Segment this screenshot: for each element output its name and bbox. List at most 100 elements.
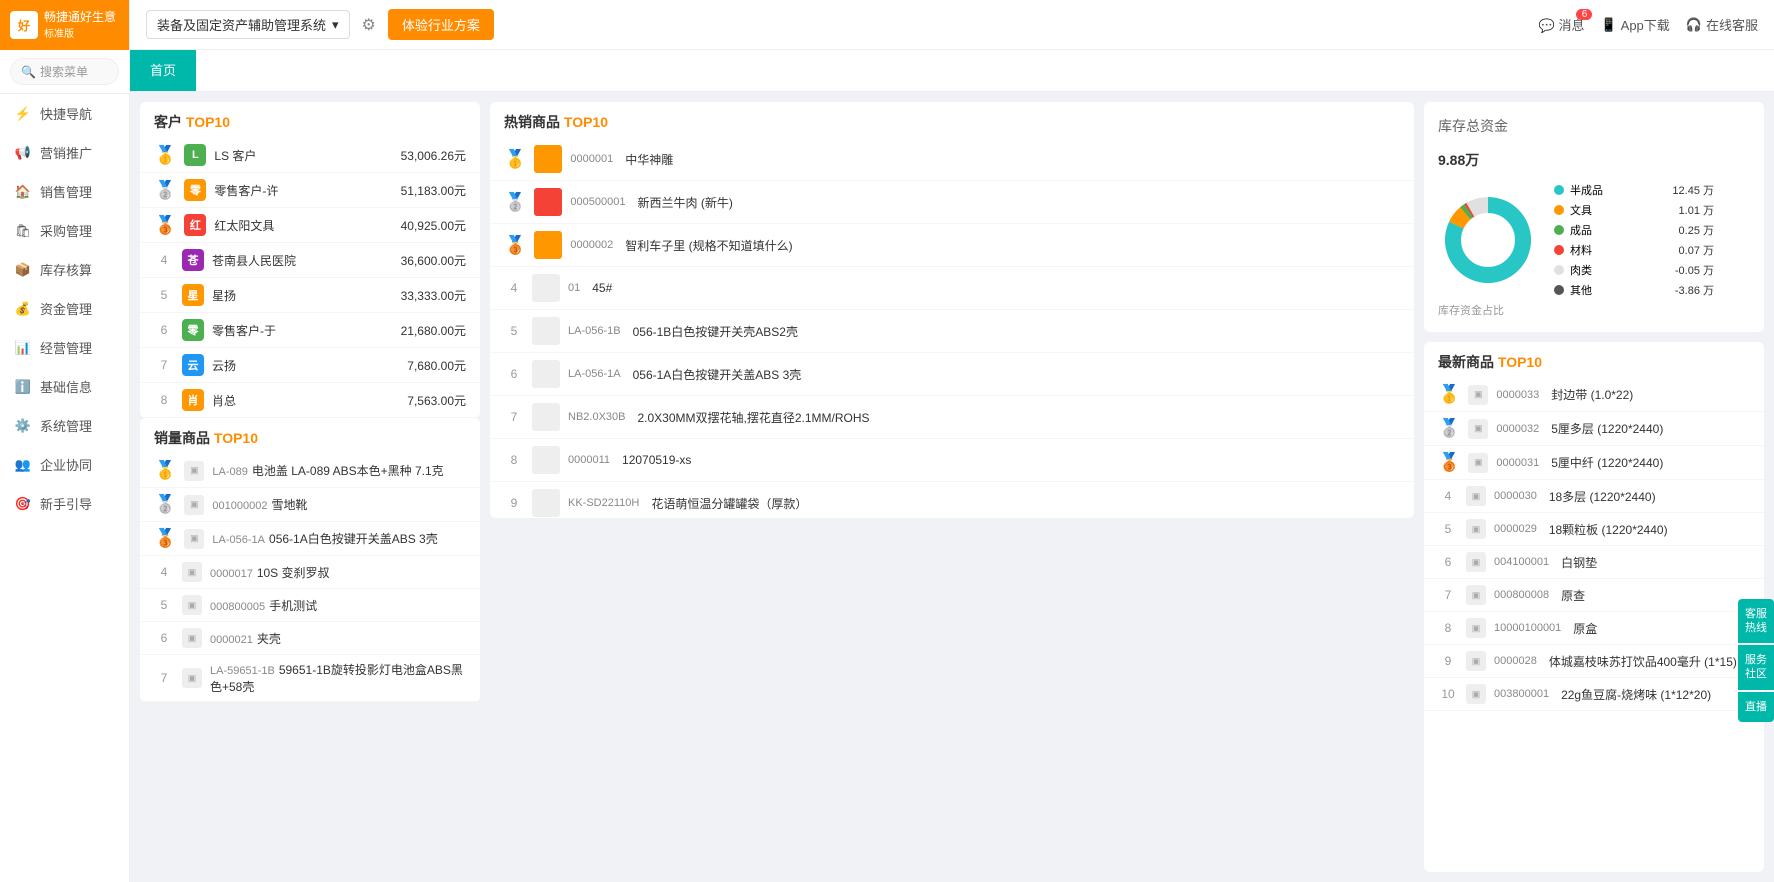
legend-dot [1554, 245, 1564, 255]
legend-item-meat: 肉类 -0.05 万 [1554, 262, 1714, 278]
customer-icon: 云 [182, 354, 204, 376]
customers-top10-title: 客户 TOP10 [140, 102, 480, 138]
sidebar-item-quicknav[interactable]: ⚡ 快捷导航 [0, 94, 129, 133]
table-row: 8 肖 肖总 7,563.00元 [140, 383, 480, 418]
live-broadcast-button[interactable]: 直播 [1738, 692, 1774, 722]
float-buttons: 客服 热线 服务 社区 直播 [1738, 599, 1774, 722]
list-item: 4 01 45# [490, 267, 1414, 310]
table-row: 🥇 ▣ LA-089电池盖 LA-089 ABS本色+黑种 7.1克 [140, 454, 480, 488]
trial-button[interactable]: 体验行业方案 [388, 9, 494, 40]
chart-icon: 📊 [14, 339, 32, 357]
rank-medal-3: 🥉 [154, 215, 176, 236]
settings-icon: ⚙️ [14, 417, 32, 435]
sidebar-item-enterprise[interactable]: 👥 企业协同 [0, 445, 129, 484]
topbar: 装备及固定资产辅助管理系统 ▾ ⚙ 体验行业方案 💬 消息 6 📱 App下载 … [130, 0, 1774, 50]
sold-products-title: 销量商品 TOP10 [140, 418, 480, 454]
sidebar-item-operations[interactable]: 📊 经营管理 [0, 328, 129, 367]
home-icon: ⚡ [14, 105, 32, 123]
product-image [534, 145, 562, 173]
donut-chart [1438, 190, 1538, 290]
sidebar-item-sales[interactable]: 🏠 销售管理 [0, 172, 129, 211]
table-row: 🥈 零 零售客户-许 51,183.00元 [140, 173, 480, 208]
search-menu-button[interactable]: 🔍 搜索菜单 [10, 58, 119, 85]
tab-home[interactable]: 首页 [130, 50, 196, 91]
sidebar-item-finance[interactable]: 💰 资金管理 [0, 289, 129, 328]
legend-dot [1554, 265, 1564, 275]
sidebar-item-purchase[interactable]: 🛍 采购管理 [0, 211, 129, 250]
rank-medal: 🥉 [1438, 452, 1460, 473]
table-row: 5 ▣ 000800005手机测试 [140, 589, 480, 622]
inventory-amount: 9.88万 [1438, 140, 1750, 172]
product-icon: ▣ [182, 628, 202, 648]
rank-medal: 🥈 [504, 192, 526, 213]
table-row: 4 ▣ 000001710S 变刹罗叔 [140, 556, 480, 589]
product-image [532, 360, 560, 388]
list-item: 🥉 ▣ 0000031 5厘中纤 (1220*2440) [1424, 446, 1764, 480]
system-selector[interactable]: 装备及固定资产辅助管理系统 ▾ [146, 10, 350, 39]
customer-icon: 零 [182, 319, 204, 341]
table-row: 🥉 ▣ LA-056-1A056-1A白色按键开关盖ABS 3壳 [140, 522, 480, 556]
sidebar-logo: 好 畅捷通好生意 标准版 [0, 0, 129, 50]
product-icon: ▣ [1468, 419, 1488, 439]
list-item: 🥉 0000002 智利车子里 (规格不知道填什么) [490, 224, 1414, 267]
rank-medal: 🥉 [504, 235, 526, 256]
content-inner: 客户 TOP10 🥇 L LS 客户 53,006.26元 🥈 零 [130, 92, 1774, 882]
table-row: 🥉 红 红太阳文具 40,925.00元 [140, 208, 480, 243]
list-item: 8 ▣ 10000100001 原盒 [1424, 612, 1764, 645]
legend-item-semifinished: 半成品 12.45 万 [1554, 182, 1714, 198]
list-item: 8 0000011 12070519-xs [490, 439, 1414, 482]
left-column: 客户 TOP10 🥇 L LS 客户 53,006.26元 🥈 零 [140, 102, 480, 872]
inventory-panel: 库存总资金 9.88万 [1424, 102, 1764, 332]
list-item: 9 KK-SD22110H 花语萌恒温分罐罐袋（厚款） [490, 482, 1414, 518]
content-area: 客户 TOP10 🥇 L LS 客户 53,006.26元 🥈 零 [130, 92, 1774, 882]
cart-icon: 🏠 [14, 183, 32, 201]
sidebar-item-system[interactable]: ⚙️ 系统管理 [0, 406, 129, 445]
messages-button[interactable]: 💬 消息 6 [1539, 15, 1585, 34]
list-item: 6 ▣ 004100001 白钢垫 [1424, 546, 1764, 579]
sidebar-item-guide[interactable]: 🎯 新手引导 [0, 484, 129, 523]
customer-service-button[interactable]: 客服 热线 [1738, 599, 1774, 644]
table-row: 5 星 星扬 33,333.00元 [140, 278, 480, 313]
product-icon: ▣ [182, 595, 202, 615]
product-icon: ▣ [1468, 453, 1488, 473]
sidebar-item-marketing[interactable]: 📢 营销推广 [0, 133, 129, 172]
bag-icon: 🛍 [14, 222, 32, 240]
headset-icon: 🎧 [1686, 17, 1702, 33]
product-image [532, 274, 560, 302]
chevron-down-icon: ▾ [332, 17, 339, 33]
money-icon: 💰 [14, 300, 32, 318]
product-icon: ▣ [1468, 385, 1488, 405]
product-image [532, 489, 560, 517]
sidebar-item-basicinfo[interactable]: ℹ️ 基础信息 [0, 367, 129, 406]
product-image [534, 188, 562, 216]
rank-medal: 🥇 [504, 149, 526, 170]
list-item: 7 NB2.0X30B 2.0X30MM双摆花轴,摆花直径2.1MM/ROHS [490, 396, 1414, 439]
tab-bar: 首页 [130, 50, 1774, 92]
message-icon: 💬 [1539, 18, 1555, 33]
hot-products-panel: 热销商品 TOP10 🥇 0000001 中华神雕 🥈 000500001 [490, 102, 1414, 518]
legend-item-finished: 成品 0.25 万 [1554, 222, 1714, 238]
product-icon: ▣ [1466, 552, 1486, 572]
search-area: 🔍 搜索菜单 [0, 50, 129, 94]
sold-products-top10-panel: 销量商品 TOP10 🥇 ▣ LA-089电池盖 LA-089 ABS本色+黑种… [140, 418, 480, 702]
right-column: 库存总资金 9.88万 [1424, 102, 1764, 872]
online-service-button[interactable]: 🎧 在线客服 [1686, 15, 1758, 34]
new-products-list: 🥇 ▣ 0000033 封边带 (1.0*22) 🥈 ▣ 0000032 5厘多… [1424, 378, 1764, 711]
legend-dot [1554, 225, 1564, 235]
customer-icon: 星 [182, 284, 204, 306]
settings-button[interactable]: ⚙ [362, 15, 376, 35]
product-icon: ▣ [184, 461, 204, 481]
list-item: 5 LA-056-1B 056-1B白色按键开关壳ABS2壳 [490, 310, 1414, 353]
middle-column: 热销商品 TOP10 🥇 0000001 中华神雕 🥈 000500001 [490, 102, 1414, 872]
hot-products-list: 🥇 0000001 中华神雕 🥈 000500001 新西兰牛肉 (新牛) [490, 138, 1414, 518]
product-image [532, 446, 560, 474]
legend-dot [1554, 205, 1564, 215]
sidebar-item-inventory[interactable]: 📦 库存核算 [0, 250, 129, 289]
service-community-button[interactable]: 服务 社区 [1738, 645, 1774, 690]
main-container: 装备及固定资产辅助管理系统 ▾ ⚙ 体验行业方案 💬 消息 6 📱 App下载 … [130, 0, 1774, 882]
app-download-button[interactable]: 📱 App下载 [1600, 15, 1669, 34]
rank-medal: 🥇 [154, 460, 176, 481]
list-item: 🥈 ▣ 0000032 5厘多层 (1220*2440) [1424, 412, 1764, 446]
rank-medal: 🥈 [1438, 418, 1460, 439]
product-icon: ▣ [1466, 486, 1486, 506]
